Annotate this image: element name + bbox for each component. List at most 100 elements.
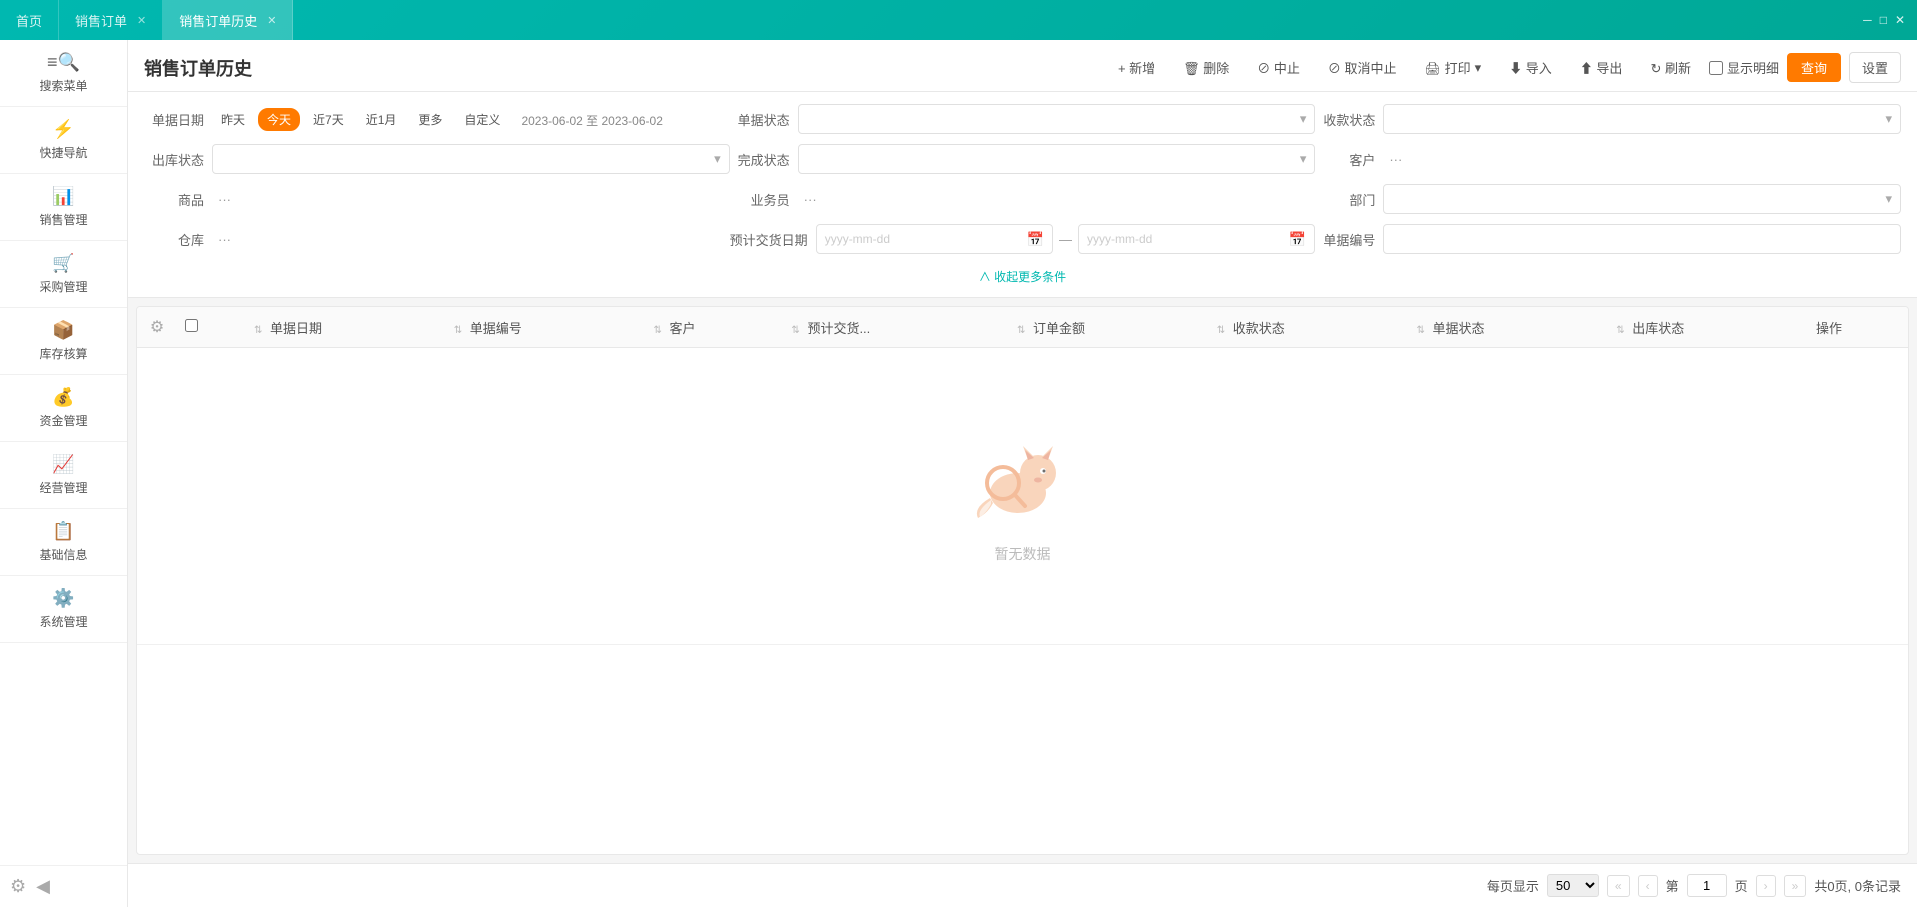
- table-col-operation: 操作: [1808, 307, 1908, 348]
- product-ellipsis-btn[interactable]: ···: [212, 190, 237, 209]
- date-shortcut-yesterday[interactable]: 昨天: [212, 108, 254, 131]
- table-col-number[interactable]: ⇅ 单据编号: [446, 307, 646, 348]
- sidebar-item-purchase-mgmt[interactable]: 🛒 采购管理: [0, 241, 127, 308]
- export-button[interactable]: ⬆ 导出: [1570, 53, 1633, 82]
- window-minimize-icon[interactable]: ─: [1863, 13, 1872, 27]
- table-col-payment-status[interactable]: ⇅ 收款状态: [1209, 307, 1409, 348]
- operation-col-label: 操作: [1816, 321, 1842, 336]
- date-shortcuts: 昨天 今天 近7天 近1月 更多 自定义: [212, 108, 509, 131]
- product-control: ···: [212, 190, 730, 209]
- purchase-mgmt-icon: 🛒: [52, 253, 74, 274]
- tab-sales-order-history[interactable]: 销售订单历史 ✕: [163, 0, 293, 40]
- date-shortcut-custom[interactable]: 自定义: [455, 108, 509, 131]
- completion-status-select[interactable]: ▾: [798, 144, 1316, 174]
- refresh-button[interactable]: ↻ 刷新: [1640, 53, 1701, 82]
- sidebar-item-search-menu[interactable]: ≡🔍 搜索菜单: [0, 40, 127, 107]
- sidebar-item-sales-mgmt-label: 销售管理: [39, 211, 87, 228]
- print-button[interactable]: 🖨 打印 ▾: [1415, 53, 1492, 82]
- salesperson-ellipsis-btn[interactable]: ···: [798, 190, 823, 209]
- tab-home[interactable]: 首页: [0, 0, 59, 40]
- empty-state-cell: 暂无数据: [137, 348, 1908, 645]
- stop-button[interactable]: ⊘ 中止: [1247, 53, 1310, 82]
- table-settings-icon[interactable]: ⚙: [150, 319, 164, 336]
- search-menu-icon: ≡🔍: [47, 52, 80, 73]
- outbound-status-select[interactable]: ▾: [212, 144, 730, 174]
- table-select-all-checkbox[interactable]: [185, 319, 198, 332]
- date-shortcut-more[interactable]: 更多: [409, 108, 451, 131]
- filter-completion-status: 完成状态 ▾: [730, 144, 1316, 174]
- first-page-button[interactable]: «: [1607, 875, 1630, 897]
- sidebar-collapse-icon[interactable]: ◀: [36, 876, 50, 897]
- sidebar-item-purchase-mgmt-label: 采购管理: [39, 278, 87, 295]
- tab-sales-order-history-label: 销售订单历史: [179, 11, 257, 30]
- order-no-input[interactable]: [1383, 224, 1901, 254]
- query-button[interactable]: 查询: [1787, 53, 1841, 82]
- delivery-date-from[interactable]: yyyy-mm-dd 📅: [816, 224, 1053, 254]
- delete-button[interactable]: 🗑 删除: [1173, 53, 1239, 82]
- tab-sales-order-close[interactable]: ✕: [137, 14, 146, 27]
- filter-outbound-status: 出库状态 ▾: [144, 144, 730, 174]
- page-size-select[interactable]: 50 10 20 100: [1547, 874, 1599, 897]
- warehouse-ellipsis-btn[interactable]: ···: [212, 230, 237, 249]
- prev-page-button[interactable]: ‹: [1638, 875, 1658, 897]
- current-page-input[interactable]: [1687, 874, 1727, 897]
- department-select[interactable]: ▾: [1383, 184, 1901, 214]
- collapse-row[interactable]: ∧ 收起更多条件: [144, 264, 1901, 285]
- order-status-control: ▾: [798, 104, 1316, 134]
- sidebar-item-inventory[interactable]: 📦 库存核算: [0, 308, 127, 375]
- payment-status-select[interactable]: ▾: [1383, 104, 1901, 134]
- tab-sales-order-history-close[interactable]: ✕: [267, 14, 276, 27]
- sidebar-item-basic-info-label: 基础信息: [39, 546, 87, 563]
- table-col-date[interactable]: ⇅ 单据日期: [246, 307, 446, 348]
- table-col-customer[interactable]: ⇅ 客户: [645, 307, 783, 348]
- filter-date: 单据日期 昨天 今天 近7天 近1月 更多 自定义 2023-06-02 至 2…: [144, 108, 730, 131]
- next-page-button[interactable]: ›: [1756, 875, 1776, 897]
- outbound-status-control: ▾: [212, 144, 730, 174]
- date-sort-icon: ⇅: [254, 325, 262, 336]
- show-detail-checkbox[interactable]: [1709, 61, 1723, 75]
- salesperson-control: ···: [798, 190, 1316, 209]
- sidebar-item-sys-mgmt-label: 系统管理: [39, 613, 87, 630]
- refresh-label: ↻ 刷新: [1650, 58, 1691, 77]
- window-maximize-icon[interactable]: □: [1880, 13, 1887, 27]
- sidebar-item-operations[interactable]: 📈 经营管理: [0, 442, 127, 509]
- sidebar-item-basic-info[interactable]: 📋 基础信息: [0, 509, 127, 576]
- date-shortcut-1month[interactable]: 近1月: [357, 108, 406, 131]
- show-detail-checkbox-group: 显示明细: [1709, 58, 1779, 77]
- payment-status-label: 收款状态: [1315, 110, 1375, 129]
- last-page-button[interactable]: »: [1784, 875, 1807, 897]
- order-status-select[interactable]: ▾: [798, 104, 1316, 134]
- page-label: 页: [1735, 876, 1748, 895]
- customer-label: 客户: [1315, 150, 1375, 169]
- date-shortcut-7days[interactable]: 近7天: [304, 108, 353, 131]
- table-col-amount[interactable]: ⇅ 订单金额: [1009, 307, 1209, 348]
- delivery-date-from-cal-icon: 📅: [1027, 231, 1044, 248]
- sidebar-item-sys-mgmt[interactable]: ⚙️ 系统管理: [0, 576, 127, 643]
- table-col-delivery[interactable]: ⇅ 预计交货...: [783, 307, 1009, 348]
- import-button[interactable]: ⬇ 导入: [1499, 53, 1562, 82]
- new-button[interactable]: + 新增: [1108, 53, 1165, 82]
- top-bar: 首页 销售订单 ✕ 销售订单历史 ✕ ─ □ ✕: [0, 0, 1917, 40]
- tab-bar: 首页 销售订单 ✕ 销售订单历史 ✕: [0, 0, 1851, 40]
- operations-icon: 📈: [52, 454, 74, 475]
- amount-sort-icon: ⇅: [1017, 325, 1025, 336]
- sidebar-item-sales-mgmt[interactable]: 📊 销售管理: [0, 174, 127, 241]
- table-col-order-status[interactable]: ⇅ 单据状态: [1408, 307, 1608, 348]
- sidebar-item-operations-label: 经营管理: [39, 479, 87, 496]
- sidebar-settings-icon[interactable]: ⚙: [10, 876, 26, 897]
- delivery-date-to[interactable]: yyyy-mm-dd 📅: [1078, 224, 1315, 254]
- table-col-outbound[interactable]: ⇅ 出库状态: [1608, 307, 1808, 348]
- warehouse-control: ···: [212, 230, 730, 249]
- sales-mgmt-icon: 📊: [52, 186, 74, 207]
- sidebar-item-quick-nav[interactable]: ⚡ 快捷导航: [0, 107, 127, 174]
- settings-button[interactable]: 设置: [1849, 52, 1901, 83]
- sidebar-item-finance[interactable]: 💰 资金管理: [0, 375, 127, 442]
- date-shortcut-today[interactable]: 今天: [258, 108, 300, 131]
- window-close-icon[interactable]: ✕: [1895, 13, 1905, 27]
- pagination-bar: 每页显示 50 10 20 100 « ‹ 第 页 › » 共0页, 0条记录: [128, 863, 1917, 907]
- tab-sales-order[interactable]: 销售订单 ✕: [59, 0, 163, 40]
- customer-ellipsis-btn[interactable]: ···: [1383, 150, 1408, 169]
- cancel-stop-button[interactable]: ⊘ 取消中止: [1318, 53, 1407, 82]
- delivery-date-label: 预计交货日期: [730, 230, 808, 249]
- filter-payment-status: 收款状态 ▾: [1315, 104, 1901, 134]
